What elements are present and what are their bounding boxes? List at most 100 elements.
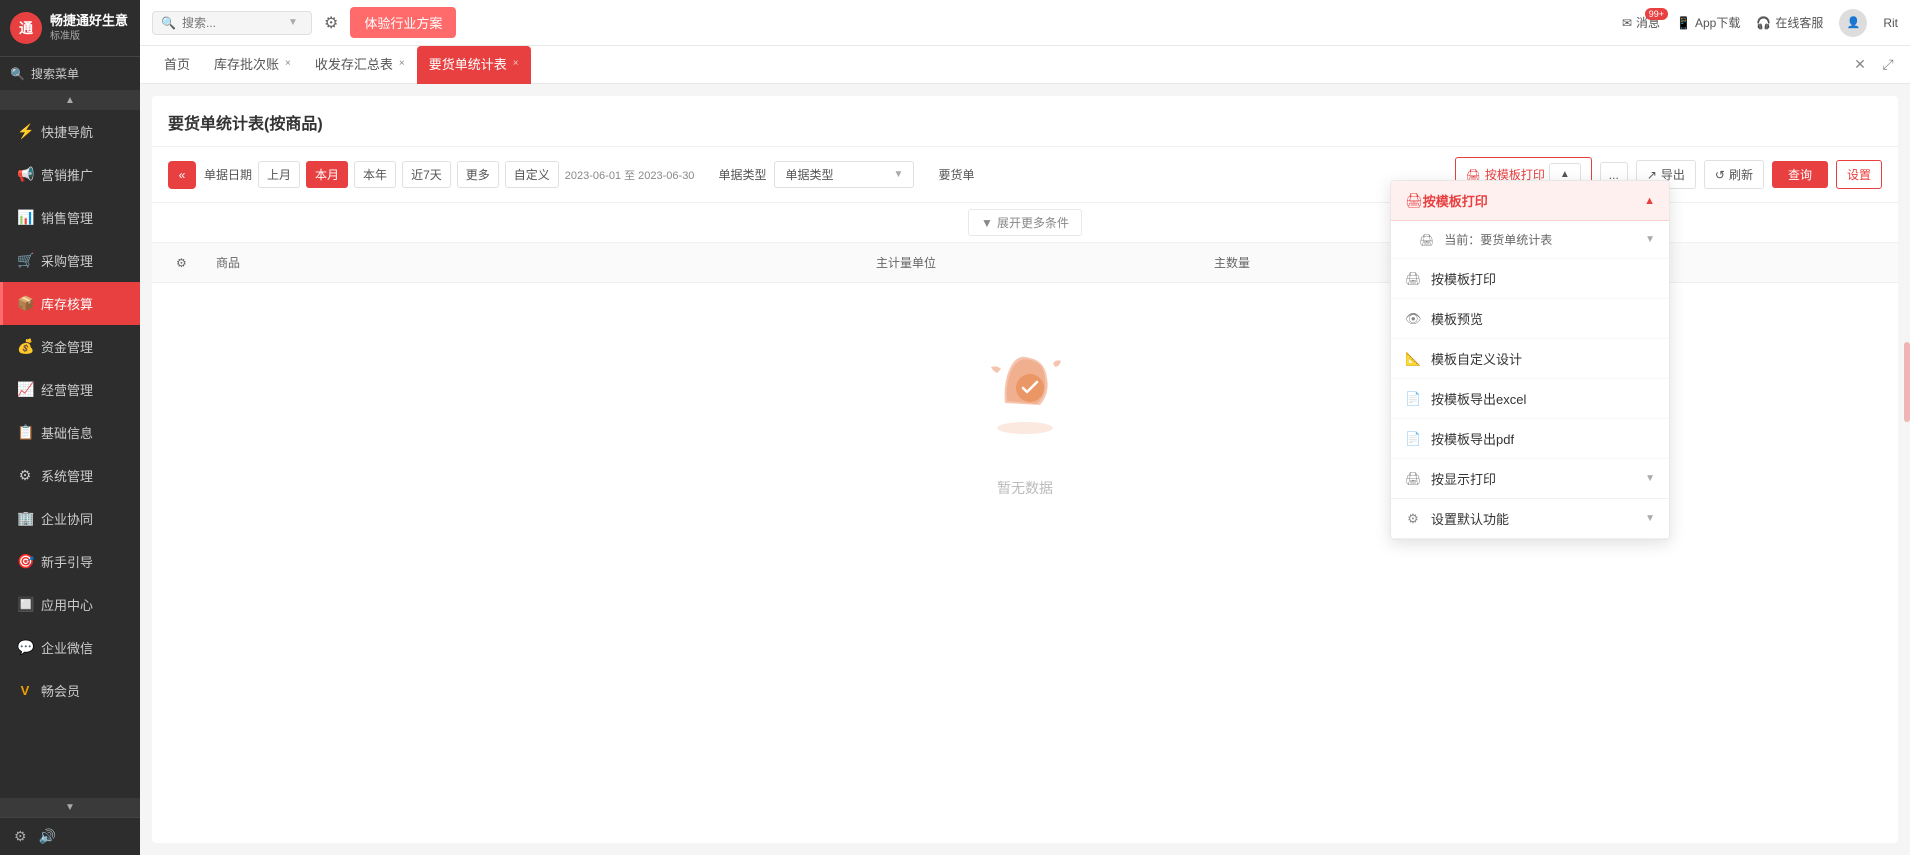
tab-home[interactable]: 首页 bbox=[152, 46, 202, 84]
sidebar-item-label: 企业协同 bbox=[41, 509, 93, 528]
tab-close-icon[interactable]: × bbox=[513, 58, 519, 69]
new-guide-icon: 🎯 bbox=[17, 553, 33, 570]
operations-icon: 📈 bbox=[17, 381, 33, 398]
expand-sidebar-button[interactable]: « bbox=[168, 161, 196, 189]
message-icon: ✉ bbox=[1622, 16, 1632, 30]
sidebar-item-member[interactable]: V 畅会员 bbox=[0, 669, 140, 712]
online-service-button[interactable]: 🎧 在线客服 bbox=[1756, 14, 1823, 31]
select-arrow-icon: ▼ bbox=[894, 169, 904, 180]
dropdown-title: 按模板打印 bbox=[1423, 191, 1644, 210]
refresh-button[interactable]: ↺ 刷新 bbox=[1704, 160, 1764, 189]
enterprise-icon: 🏢 bbox=[17, 510, 33, 527]
sidebar-item-inventory[interactable]: 📦 库存核算 bbox=[0, 282, 140, 325]
topbar-search-input[interactable] bbox=[182, 16, 282, 30]
sidebar-item-label: 企业微信 bbox=[41, 638, 93, 657]
scroll-down-button[interactable]: ▼ bbox=[0, 798, 140, 817]
user-avatar[interactable]: 👤 bbox=[1839, 9, 1867, 37]
finance-icon: 💰 bbox=[17, 338, 33, 355]
sidebar-item-enterprise[interactable]: 🏢 企业协同 bbox=[0, 497, 140, 540]
th-product: 商品 bbox=[208, 254, 868, 271]
dropdown-item-set-default[interactable]: ⚙ 设置默认功能 ▼ bbox=[1391, 499, 1669, 539]
dropdown-header: 🖨 按模板打印 ▲ bbox=[1391, 181, 1669, 221]
query-button[interactable]: 查询 bbox=[1772, 161, 1828, 188]
right-scrollbar[interactable] bbox=[1904, 342, 1910, 422]
sidebar-item-quick-nav[interactable]: ⚡ 快捷导航 bbox=[0, 110, 140, 153]
current-template-label: 当前：要货单统计表 bbox=[1444, 231, 1552, 248]
app-download-button[interactable]: 📱 App下载 bbox=[1676, 14, 1740, 31]
date-label: 单据日期 bbox=[204, 166, 252, 183]
th-settings[interactable]: ⚙ bbox=[168, 256, 208, 270]
edition-label: 标准版 bbox=[50, 30, 128, 43]
dropdown-item-template-excel[interactable]: 📄 按模板导出excel bbox=[1391, 379, 1669, 419]
tabs-bar: 首页 库存批次账 × 收发存汇总表 × 要货单统计表 × ✕ ⤢ bbox=[140, 46, 1910, 84]
tab-label: 库存批次账 bbox=[214, 54, 279, 73]
sidebar-item-sales[interactable]: 📊 销售管理 bbox=[0, 196, 140, 239]
display-print-icon: 🖨 bbox=[1405, 471, 1421, 487]
sidebar-item-finance[interactable]: 💰 资金管理 bbox=[0, 325, 140, 368]
sidebar-item-marketing[interactable]: 📢 营销推广 bbox=[0, 153, 140, 196]
set-default-icon: ⚙ bbox=[1405, 511, 1421, 527]
refresh-icon: ↺ bbox=[1715, 168, 1725, 182]
speaker-icon[interactable]: 🔊 bbox=[39, 828, 56, 845]
tab-label: 要货单统计表 bbox=[429, 54, 507, 73]
topbar-right: ✉ 消息 99+ 📱 App下载 🎧 在线客服 👤 Rit bbox=[1622, 9, 1898, 37]
expand-more-button[interactable]: ▼ 展开更多条件 bbox=[968, 209, 1082, 236]
marketing-icon: 📢 bbox=[17, 166, 33, 183]
dropdown-collapse-icon[interactable]: ▲ bbox=[1644, 195, 1655, 207]
goods-filter: 要货单 bbox=[938, 166, 974, 183]
dropdown-item-template-preview[interactable]: 👁 模板预览 bbox=[1391, 299, 1669, 339]
date-7days-button[interactable]: 近7天 bbox=[402, 161, 451, 188]
dropdown-item-template-design[interactable]: 📐 模板自定义设计 bbox=[1391, 339, 1669, 379]
settings-icon[interactable]: ⚙ bbox=[14, 828, 27, 845]
date-this-month-button[interactable]: 本月 bbox=[306, 161, 348, 188]
sidebar-item-basic-info[interactable]: 📋 基础信息 bbox=[0, 411, 140, 454]
sidebar-item-operations[interactable]: 📈 经营管理 bbox=[0, 368, 140, 411]
empty-text: 暂无数据 bbox=[997, 478, 1053, 498]
close-window-button[interactable]: ✕ bbox=[1850, 55, 1870, 75]
sales-icon: 📊 bbox=[17, 209, 33, 226]
page-title: 要货单统计表(按商品) bbox=[168, 110, 1882, 134]
sidebar: 通 畅捷通好生意 标准版 🔍 搜索菜单 ▲ ⚡ 快捷导航 📢 营销推广 📊 销售… bbox=[0, 0, 140, 855]
date-this-year-button[interactable]: 本年 bbox=[354, 161, 396, 188]
system-icon: ⚙ bbox=[17, 467, 33, 484]
maximize-window-button[interactable]: ⤢ bbox=[1878, 55, 1898, 75]
sidebar-search[interactable]: 🔍 搜索菜单 bbox=[0, 57, 140, 91]
order-type-select[interactable]: 单据类型 ▼ bbox=[774, 161, 914, 188]
dropdown-item-template-print[interactable]: 🖨 按模板打印 bbox=[1391, 259, 1669, 299]
topbar-gear-icon[interactable]: ⚙ bbox=[324, 13, 338, 33]
tab-receipt-summary[interactable]: 收发存汇总表 × bbox=[303, 46, 417, 84]
sidebar-item-new-guide[interactable]: 🎯 新手引导 bbox=[0, 540, 140, 583]
tab-label: 收发存汇总表 bbox=[315, 54, 393, 73]
service-icon: 🎧 bbox=[1756, 16, 1771, 30]
set-default-label: 设置默认功能 bbox=[1431, 509, 1635, 528]
date-range-label: 2023-06-01 至 2023-06-30 bbox=[565, 167, 695, 183]
sidebar-item-app-center[interactable]: 🔲 应用中心 bbox=[0, 583, 140, 626]
sidebar-item-system[interactable]: ⚙ 系统管理 bbox=[0, 454, 140, 497]
order-type-label: 单据类型 bbox=[718, 166, 766, 183]
dropdown-item-display-print[interactable]: 🖨 按显示打印 ▼ bbox=[1391, 459, 1669, 499]
tab-order-stats[interactable]: 要货单统计表 × bbox=[417, 46, 531, 84]
page-header: 要货单统计表(按商品) bbox=[152, 96, 1898, 147]
inventory-icon: 📦 bbox=[17, 295, 33, 312]
sidebar-item-purchase[interactable]: 🛒 采购管理 bbox=[0, 239, 140, 282]
sidebar-item-label: 系统管理 bbox=[41, 466, 93, 485]
tab-close-icon[interactable]: × bbox=[399, 58, 405, 69]
tab-home-label: 首页 bbox=[164, 54, 190, 73]
scroll-up-button[interactable]: ▲ bbox=[0, 91, 140, 110]
app-center-icon: 🔲 bbox=[17, 596, 33, 613]
trial-button[interactable]: 体验行业方案 bbox=[350, 7, 456, 38]
date-last-month-button[interactable]: 上月 bbox=[258, 161, 300, 188]
topbar-search-box[interactable]: 🔍 ▼ bbox=[152, 11, 312, 35]
brand-name: 畅捷通好生意 bbox=[50, 13, 128, 30]
tab-inventory-batch[interactable]: 库存批次账 × bbox=[202, 46, 303, 84]
settings-button[interactable]: 设置 bbox=[1836, 160, 1882, 189]
messages-button[interactable]: ✉ 消息 99+ bbox=[1622, 14, 1660, 31]
date-more-button[interactable]: 更多 bbox=[457, 161, 499, 188]
template-excel-icon: 📄 bbox=[1405, 391, 1421, 407]
dropdown-item-template-pdf[interactable]: 📄 按模板导出pdf bbox=[1391, 419, 1669, 459]
sidebar-item-enterprise-wechat[interactable]: 💬 企业微信 bbox=[0, 626, 140, 669]
tab-close-icon[interactable]: × bbox=[285, 58, 291, 69]
username-label[interactable]: Rit bbox=[1883, 16, 1898, 30]
dropdown-current-template[interactable]: 🖨 当前：要货单统计表 ▼ bbox=[1391, 221, 1669, 259]
date-custom-button[interactable]: 自定义 bbox=[505, 161, 559, 188]
